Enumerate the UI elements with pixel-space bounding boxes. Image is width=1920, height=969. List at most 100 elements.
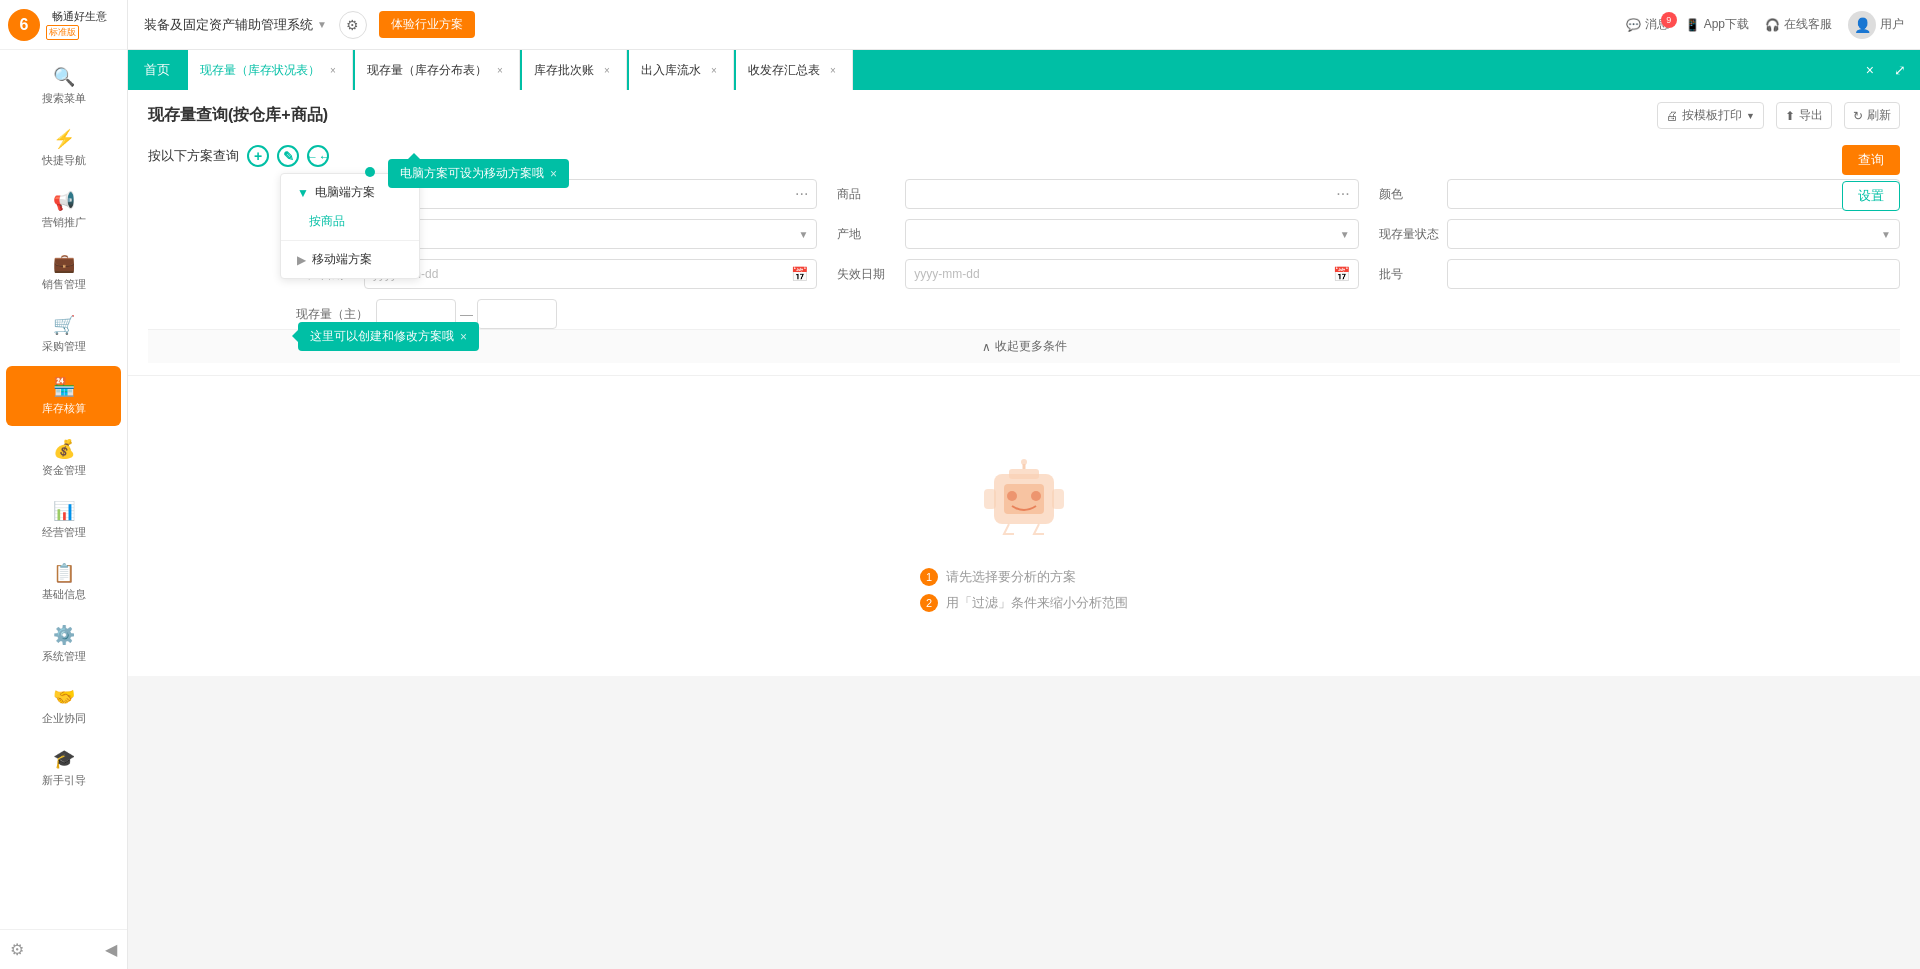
scheme-mobile-label: 移动端方案 <box>312 251 372 268</box>
phone-icon: 📱 <box>1685 18 1700 32</box>
page-actions: 🖨 按模板打印 ▼ ⬆ 导出 ↻ 刷新 <box>1657 102 1900 129</box>
tab-flow-close[interactable]: × <box>707 63 721 77</box>
sidebar-item-marketing[interactable]: 📢 营销推广 <box>6 180 121 240</box>
logo-text: 畅通好生意 <box>52 9 107 23</box>
expire-date-calendar-icon: 📅 <box>1333 266 1350 282</box>
collapse-sidebar-icon[interactable]: ◀ <box>105 940 117 959</box>
user-action[interactable]: 👤 用户 <box>1848 11 1904 39</box>
scheme-item-mobile[interactable]: ▶ 移动端方案 <box>281 245 419 274</box>
scheme-item-by-goods[interactable]: 按商品 <box>281 207 419 236</box>
tab-summary[interactable]: 收发存汇总表 × <box>736 50 853 90</box>
filter-origin-select[interactable]: ▼ <box>905 219 1358 249</box>
filter-expire-date-label: 失效日期 <box>837 266 897 283</box>
quick-nav-icon: ⚡ <box>53 128 75 150</box>
filter-origin: 产地 ▼ <box>837 219 1358 249</box>
tab-close-all-btn[interactable]: × <box>1860 60 1880 80</box>
tab-summary-close[interactable]: × <box>826 63 840 77</box>
tab-inventory-distribution[interactable]: 现存量（库存分布表） × <box>355 50 520 90</box>
export-btn[interactable]: ⬆ 导出 <box>1776 102 1832 129</box>
sidebar-item-system[interactable]: ⚙️ 系统管理 <box>6 614 121 674</box>
system-selector[interactable]: 装备及固定资产辅助管理系统 ▼ <box>144 16 327 34</box>
search-nav-icon: 🔍 <box>53 66 75 88</box>
tab-bar-end: × ⤢ <box>1852 50 1920 90</box>
export-btn-label: 导出 <box>1799 107 1823 124</box>
industry-btn[interactable]: 体验行业方案 <box>379 11 475 38</box>
tab-inventory-status[interactable]: 现存量（库存状况表） × <box>188 50 353 90</box>
sidebar-item-sales[interactable]: 💼 销售管理 <box>6 242 121 302</box>
step-1-text: 请先选择要分析的方案 <box>946 564 1076 590</box>
tab-bar: 首页 现存量（库存状况表） × 现存量（库存分布表） × 库存批次账 × 出入库… <box>128 50 1920 90</box>
tab-inventory-distribution-close[interactable]: × <box>493 63 507 77</box>
step-1-num: 1 <box>920 568 938 586</box>
filter-color: 颜色 ▼ <box>1379 179 1900 209</box>
sidebar-item-newbie[interactable]: 🎓 新手引导 <box>6 738 121 798</box>
prod-date-calendar-icon: 📅 <box>791 266 808 282</box>
filter-expire-date-input[interactable]: yyyy-mm-dd 📅 <box>905 259 1358 289</box>
filter-stock-status-select[interactable]: ▼ <box>1447 219 1900 249</box>
user-label: 用户 <box>1880 16 1904 33</box>
filter-batch-input[interactable] <box>1447 259 1900 289</box>
refresh-btn[interactable]: ↻ 刷新 <box>1844 102 1900 129</box>
tab-expand-btn[interactable]: ⤢ <box>1888 60 1912 80</box>
settings-bottom-icon[interactable]: ⚙ <box>10 940 24 959</box>
origin-chevron-icon: ▼ <box>1340 229 1350 240</box>
sidebar-item-finance[interactable]: 💰 资金管理 <box>6 428 121 488</box>
tooltip-edit-close[interactable]: × <box>460 330 467 344</box>
filter-prod-date-input[interactable]: yyyy-mm-dd 📅 <box>364 259 817 289</box>
empty-state: 1 请先选择要分析的方案 2 用「过滤」条件来缩小分析范围 <box>128 384 1920 676</box>
stock-status-chevron-icon: ▼ <box>1881 229 1891 240</box>
app-download-label: App下载 <box>1704 16 1749 33</box>
app-header: 装备及固定资产辅助管理系统 ▼ ⚙ 体验行业方案 💬 消息 9 📱 App下载 … <box>128 0 1920 50</box>
svg-point-2 <box>1007 491 1017 501</box>
filter-stock-qty-label: 现存量（主） <box>296 306 368 323</box>
tab-batch-close[interactable]: × <box>600 63 614 77</box>
tab-batch[interactable]: 库存批次账 × <box>522 50 627 90</box>
tooltip-scheme-close[interactable]: × <box>550 167 557 181</box>
sidebar-item-search[interactable]: 🔍 搜索菜单 <box>6 56 121 116</box>
app-download-action[interactable]: 📱 App下载 <box>1685 16 1749 33</box>
tab-batch-label: 库存批次账 <box>534 62 594 79</box>
query-btn[interactable]: 查询 <box>1842 145 1900 175</box>
filter-edit-btn[interactable]: ✎ <box>277 145 299 167</box>
filter-size-select[interactable]: ▼ <box>364 219 817 249</box>
filter-stock-qty-max[interactable] <box>477 299 557 329</box>
sidebar-item-inventory[interactable]: 🏪 库存核算 <box>6 366 121 426</box>
filter-stock-status: 现存量状态 ▼ <box>1379 219 1900 249</box>
page-content: 现存量查询(按仓库+商品) 🖨 按模板打印 ▼ ⬆ 导出 ↻ 刷新 <box>128 90 1920 969</box>
sidebar-item-basic[interactable]: 📋 基础信息 <box>6 552 121 612</box>
sidebar-logo: 6 畅通好生意 标准版 <box>0 0 127 50</box>
empty-step-1: 1 请先选择要分析的方案 <box>920 564 1128 590</box>
content-area: 现存量查询(按仓库+商品) 🖨 按模板打印 ▼ ⬆ 导出 ↻ 刷新 <box>128 90 1920 676</box>
svg-point-3 <box>1031 491 1041 501</box>
print-btn[interactable]: 🖨 按模板打印 ▼ <box>1657 102 1764 129</box>
filter-color-select[interactable]: ▼ <box>1447 179 1900 209</box>
headset-icon: 🎧 <box>1765 18 1780 32</box>
online-service-action[interactable]: 🎧 在线客服 <box>1765 16 1832 33</box>
filter-color-label: 颜色 <box>1379 186 1439 203</box>
basic-nav-icon: 📋 <box>53 562 75 584</box>
svg-point-6 <box>1021 459 1027 465</box>
filter-area: 按以下方案查询 + ✎ ←← 电脑方案可设为移动方案哦 × 这里可以创建和修改方… <box>128 137 1920 376</box>
sidebar-item-management[interactable]: 📊 经营管理 <box>6 490 121 550</box>
sidebar-item-purchase[interactable]: 🛒 采购管理 <box>6 304 121 364</box>
sidebar-item-quick[interactable]: ⚡ 快捷导航 <box>6 118 121 178</box>
tab-home[interactable]: 首页 <box>128 50 186 90</box>
message-action[interactable]: 💬 消息 9 <box>1626 16 1669 33</box>
tab-inventory-status-close[interactable]: × <box>326 63 340 77</box>
header-settings-btn[interactable]: ⚙ <box>339 11 367 39</box>
goods-ellipsis-icon: ··· <box>1336 185 1349 203</box>
settings-btn[interactable]: 设置 <box>1842 181 1900 211</box>
person-icon: 👤 <box>1854 17 1871 33</box>
filter-goods-select[interactable]: ··· <box>905 179 1358 209</box>
tab-flow[interactable]: 出入库流水 × <box>629 50 734 90</box>
system-nav-icon: ⚙️ <box>53 624 75 646</box>
filter-row-2: 尺码 ▼ 产地 ▼ <box>296 219 1900 249</box>
sidebar-item-enterprise[interactable]: 🤝 企业协同 <box>6 676 121 736</box>
filter-expire-date: 失效日期 yyyy-mm-dd 📅 <box>837 259 1358 289</box>
tooltip-scheme: 电脑方案可设为移动方案哦 × <box>388 159 569 188</box>
tab-inventory-status-label: 现存量（库存状况表） <box>200 62 320 79</box>
inventory-nav-icon: 🏪 <box>53 376 75 398</box>
filter-add-btn[interactable]: + <box>247 145 269 167</box>
scheme-desktop-label: 电脑端方案 <box>315 184 375 201</box>
filter-back-btn[interactable]: ←← <box>307 145 329 167</box>
